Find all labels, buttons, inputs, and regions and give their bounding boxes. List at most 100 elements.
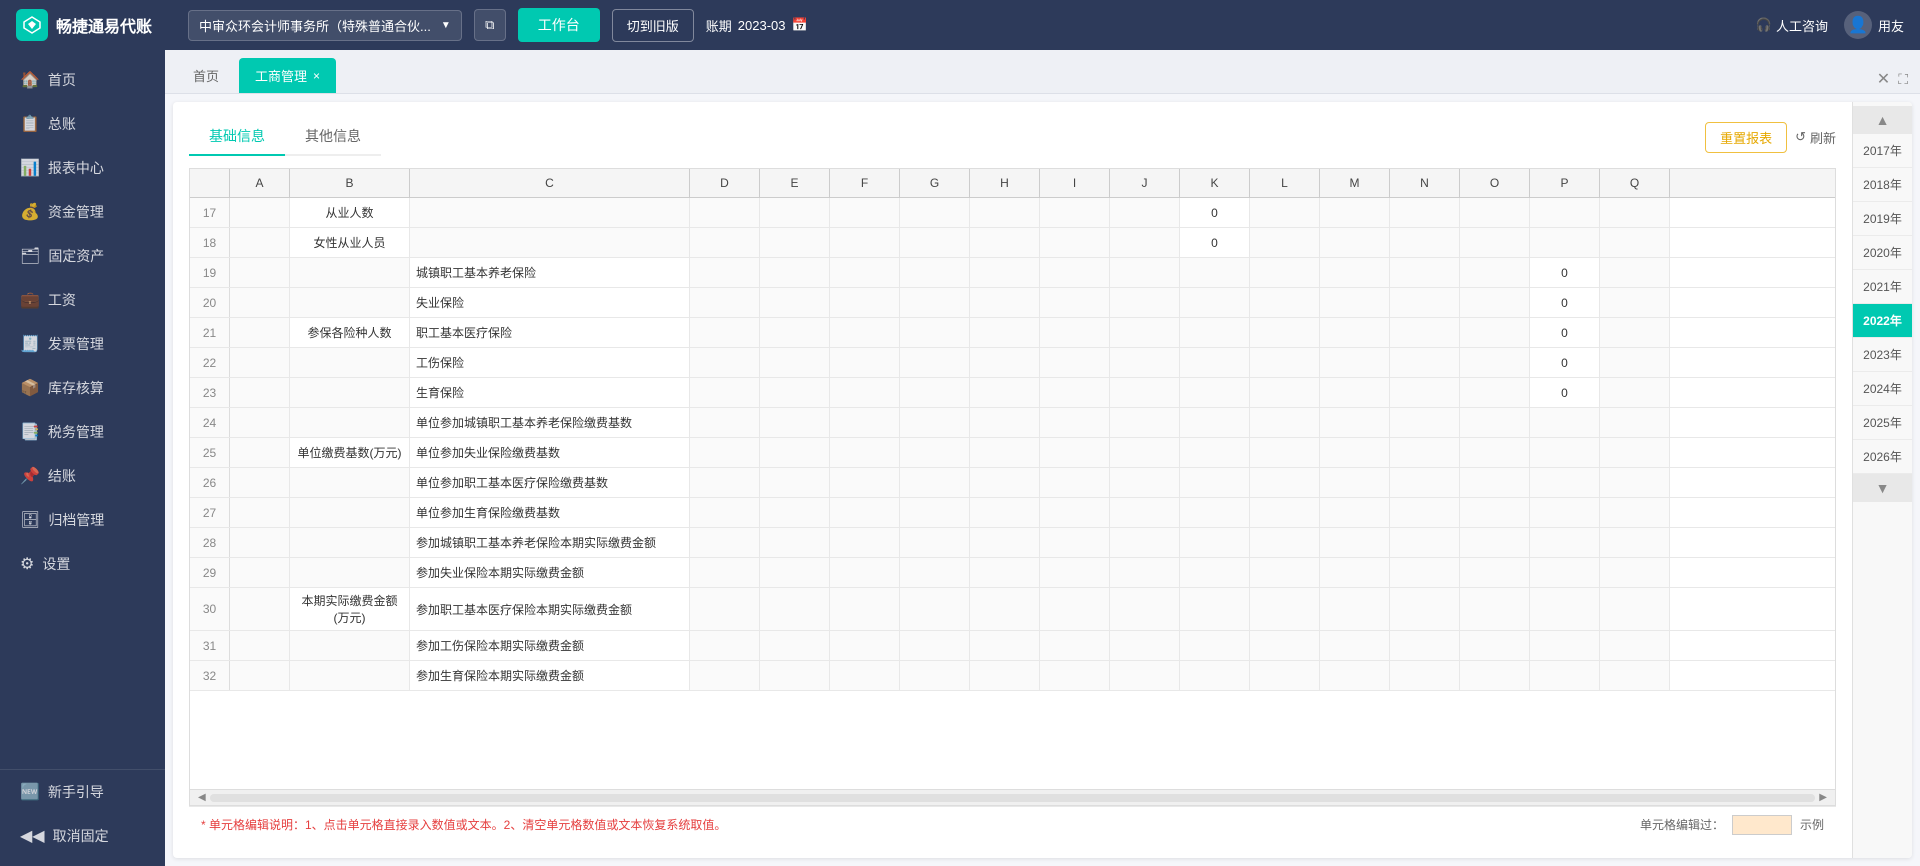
cell-18o[interactable] (1460, 228, 1530, 257)
cell-28k[interactable] (1180, 528, 1250, 557)
cell-30j[interactable] (1110, 588, 1180, 630)
cell-32a[interactable] (230, 661, 290, 690)
cell-18a[interactable] (230, 228, 290, 257)
sub-tab-basic[interactable]: 基础信息 (189, 118, 285, 156)
cell-26i[interactable] (1040, 468, 1110, 497)
cell-23b[interactable] (290, 378, 410, 407)
cell-18n[interactable] (1390, 228, 1460, 257)
cell-21i[interactable] (1040, 318, 1110, 347)
cell-18l[interactable] (1250, 228, 1320, 257)
cell-31p[interactable] (1530, 631, 1600, 660)
cell-27d[interactable] (690, 498, 760, 527)
cell-26n[interactable] (1390, 468, 1460, 497)
cell-32j[interactable] (1110, 661, 1180, 690)
cell-19c[interactable]: 城镇职工基本养老保险 (410, 258, 690, 287)
year-item-2021[interactable]: 2021年 (1853, 270, 1912, 304)
calendar-icon[interactable]: 📅 (792, 17, 808, 33)
cell-29i[interactable] (1040, 558, 1110, 587)
cell-25p[interactable] (1530, 438, 1600, 467)
cell-27i[interactable] (1040, 498, 1110, 527)
cell-31e[interactable] (760, 631, 830, 660)
cell-30c[interactable]: 参加职工基本医疗保险本期实际缴费金额 (410, 588, 690, 630)
cell-31o[interactable] (1460, 631, 1530, 660)
cell-28l[interactable] (1250, 528, 1320, 557)
cell-18h[interactable] (970, 228, 1040, 257)
cell-23i[interactable] (1040, 378, 1110, 407)
cell-21d[interactable] (690, 318, 760, 347)
cell-22e[interactable] (760, 348, 830, 377)
cell-20f[interactable] (830, 288, 900, 317)
cell-26f[interactable] (830, 468, 900, 497)
table-row[interactable]: 32 参加生育保险本期实际缴费金额 (190, 661, 1835, 691)
sidebar-item-invoices[interactable]: 🧾 发票管理 (0, 322, 165, 366)
cell-25j[interactable] (1110, 438, 1180, 467)
cell-25g[interactable] (900, 438, 970, 467)
cell-31l[interactable] (1250, 631, 1320, 660)
cell-29g[interactable] (900, 558, 970, 587)
cell-17k[interactable]: 0 (1180, 198, 1250, 227)
cell-20h[interactable] (970, 288, 1040, 317)
cell-21p[interactable]: 0 (1530, 318, 1600, 347)
cell-24c[interactable]: 单位参加城镇职工基本养老保险缴费基数 (410, 408, 690, 437)
cell-27c[interactable]: 单位参加生育保险缴费基数 (410, 498, 690, 527)
cell-28f[interactable] (830, 528, 900, 557)
cell-32l[interactable] (1250, 661, 1320, 690)
cell-30f[interactable] (830, 588, 900, 630)
cell-27p[interactable] (1530, 498, 1600, 527)
cell-23c[interactable]: 生育保险 (410, 378, 690, 407)
cell-32f[interactable] (830, 661, 900, 690)
sidebar-item-ledger[interactable]: 📋 总账 (0, 102, 165, 146)
cell-20b[interactable] (290, 288, 410, 317)
cell-22f[interactable] (830, 348, 900, 377)
year-item-2025[interactable]: 2025年 (1853, 406, 1912, 440)
cell-22j[interactable] (1110, 348, 1180, 377)
cell-28d[interactable] (690, 528, 760, 557)
table-row[interactable]: 24 单位参加城镇职工基本养老保险缴费基数 (190, 408, 1835, 438)
cell-23d[interactable] (690, 378, 760, 407)
cell-24l[interactable] (1250, 408, 1320, 437)
cell-19q[interactable] (1600, 258, 1670, 287)
cell-30e[interactable] (760, 588, 830, 630)
sidebar-item-reports[interactable]: 📊 报表中心 (0, 146, 165, 190)
year-item-2018[interactable]: 2018年 (1853, 168, 1912, 202)
cell-27o[interactable] (1460, 498, 1530, 527)
cell-23e[interactable] (760, 378, 830, 407)
cell-29h[interactable] (970, 558, 1040, 587)
cell-28j[interactable] (1110, 528, 1180, 557)
cell-30a[interactable] (230, 588, 290, 630)
cell-21e[interactable] (760, 318, 830, 347)
sidebar-item-archive[interactable]: 🗄 归档管理 (0, 498, 165, 542)
year-item-2020[interactable]: 2020年 (1853, 236, 1912, 270)
cell-31d[interactable] (690, 631, 760, 660)
reset-button[interactable]: 重置报表 (1705, 122, 1787, 153)
cell-20m[interactable] (1320, 288, 1390, 317)
cell-25n[interactable] (1390, 438, 1460, 467)
cell-20i[interactable] (1040, 288, 1110, 317)
cell-19n[interactable] (1390, 258, 1460, 287)
sidebar-item-inventory[interactable]: 📦 库存核算 (0, 366, 165, 410)
cell-24e[interactable] (760, 408, 830, 437)
horizontal-scrollbar[interactable]: ◀ ▶ (190, 789, 1835, 805)
cell-19k[interactable] (1180, 258, 1250, 287)
cell-28p[interactable] (1530, 528, 1600, 557)
cell-30l[interactable] (1250, 588, 1320, 630)
cell-31h[interactable] (970, 631, 1040, 660)
cell-21a[interactable] (230, 318, 290, 347)
cell-27n[interactable] (1390, 498, 1460, 527)
cell-20l[interactable] (1250, 288, 1320, 317)
copy-button[interactable]: ⧉ (474, 9, 506, 41)
cell-24b[interactable] (290, 408, 410, 437)
cell-25q[interactable] (1600, 438, 1670, 467)
cell-22g[interactable] (900, 348, 970, 377)
year-item-2022[interactable]: 2022年 (1853, 304, 1912, 338)
cell-32d[interactable] (690, 661, 760, 690)
cell-30n[interactable] (1390, 588, 1460, 630)
scrollbar-track[interactable] (210, 794, 1816, 802)
cell-22d[interactable] (690, 348, 760, 377)
cell-27a[interactable] (230, 498, 290, 527)
tab-business[interactable]: 工商管理 × (239, 58, 336, 93)
cell-27k[interactable] (1180, 498, 1250, 527)
cell-27m[interactable] (1320, 498, 1390, 527)
cell-26d[interactable] (690, 468, 760, 497)
cell-28i[interactable] (1040, 528, 1110, 557)
